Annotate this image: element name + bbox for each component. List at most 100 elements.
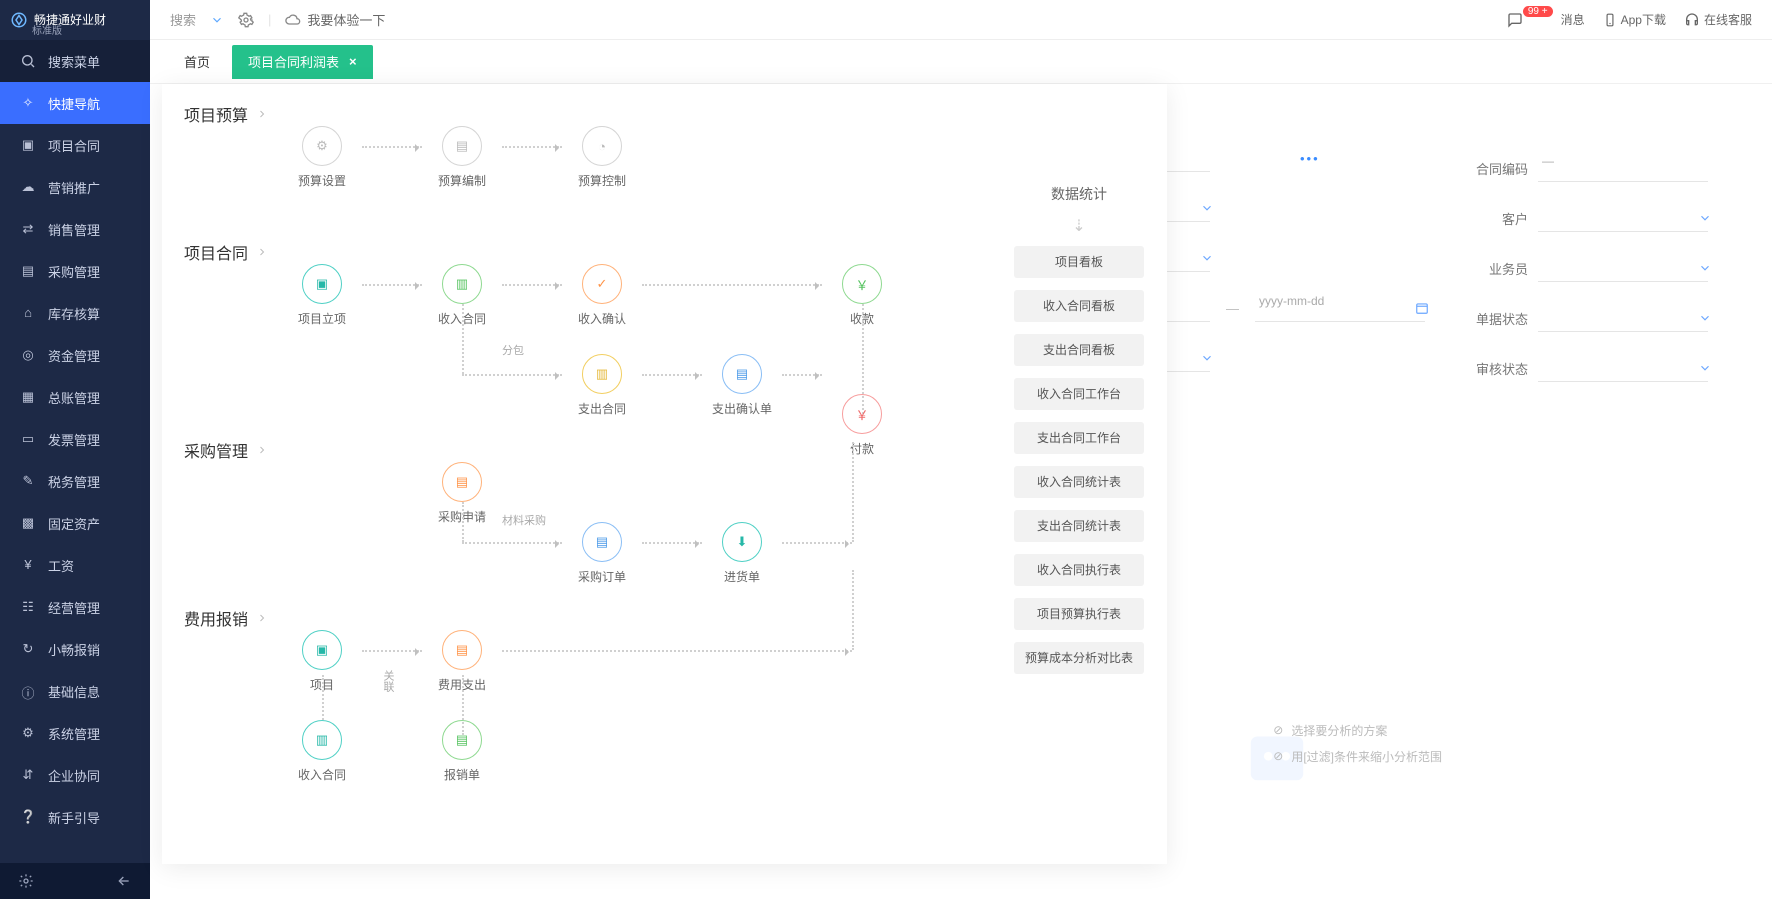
more-icon[interactable]: ••• [1300, 151, 1320, 166]
node-purchase-order[interactable]: ▤采购订单 [562, 522, 642, 585]
nav-icon: ⓘ [20, 683, 36, 699]
nav-icon: ⇵ [20, 767, 36, 783]
tab-active[interactable]: 项目合同利润表 × [232, 45, 373, 79]
phone-icon [1603, 13, 1617, 27]
filter-right-column: 合同编码 — 客户 业务员 单据状态 审核状态 [1458, 154, 1712, 382]
nav-icon: ❔ [20, 809, 36, 825]
chevron-right-icon [256, 246, 268, 258]
chevron-right-icon [256, 612, 268, 624]
label-material: 材料采购 [502, 512, 546, 528]
sidebar-footer [0, 863, 150, 899]
sidebar-item-8[interactable]: ▭发票管理 [0, 418, 150, 460]
node-project-init[interactable]: ▣项目立项 [282, 264, 362, 327]
nav-icon: ▭ [20, 431, 36, 447]
sidebar-item-12[interactable]: ☷经营管理 [0, 586, 150, 628]
chat-icon [1507, 12, 1523, 28]
chevron-down-icon[interactable] [210, 13, 224, 27]
stat-button-4[interactable]: 支出合同工作台 [1014, 422, 1144, 454]
sidebar-search[interactable]: 搜索菜单 [0, 40, 150, 82]
messages-button[interactable]: 99 + 消息 [1507, 11, 1585, 28]
stat-button-9[interactable]: 预算成本分析对比表 [1014, 642, 1144, 674]
sidebar-item-2[interactable]: ☁营销推广 [0, 166, 150, 208]
nav-icon: ☁ [20, 179, 36, 195]
global-search[interactable]: 搜索 [170, 10, 196, 29]
node-goods-in[interactable]: ⬇进货单 [702, 522, 782, 585]
node-income-confirm[interactable]: ✓收入确认 [562, 264, 642, 327]
tab-home[interactable]: 首页 [168, 40, 226, 84]
nav-icon: ◎ [20, 347, 36, 363]
node-expense-confirm[interactable]: ▤支出确认单 [702, 354, 782, 417]
gear-icon[interactable] [238, 12, 254, 28]
sidebar-item-10[interactable]: ▩固定资产 [0, 502, 150, 544]
section-budget[interactable]: 项目预算 [162, 102, 1167, 126]
sidebar-item-11[interactable]: ¥工资 [0, 544, 150, 586]
sidebar: 搜索菜单 ✧快捷导航▣项目合同☁营销推广⇄销售管理▤采购管理⌂库存核算◎资金管理… [0, 40, 150, 899]
sidebar-item-5[interactable]: ⌂库存核算 [0, 292, 150, 334]
top-right: 99 + 消息 App下载 在线客服 [1507, 11, 1772, 28]
stat-button-2[interactable]: 支出合同看板 [1014, 334, 1144, 366]
nav-icon: ▦ [20, 389, 36, 405]
stat-button-8[interactable]: 项目预算执行表 [1014, 598, 1144, 630]
sidebar-item-3[interactable]: ⇄销售管理 [0, 208, 150, 250]
nav-icon: ▣ [20, 137, 36, 153]
quick-nav-panel: 项目预算 ⚙预算设置 ▤预算编制 ◔预算控制 项目合同 ▣项目立项 ▥收入合同 … [162, 84, 1167, 864]
content-area: 项目合同利润表(按合同部门) 按执行人查询 按合同部门按合同业务员按项目分类按项… [150, 84, 1772, 899]
field-bill-status: 单据状态 [1458, 304, 1712, 332]
stats-title: 数据统计 [1051, 184, 1107, 204]
node-payment[interactable]: ￥付款 [822, 394, 902, 457]
node-income-contract2[interactable]: ▥收入合同 [282, 720, 362, 783]
nav-icon: ▩ [20, 515, 36, 531]
sidebar-item-16[interactable]: ⇵企业协同 [0, 754, 150, 796]
sidebar-item-6[interactable]: ◎资金管理 [0, 334, 150, 376]
field-contract-code: 合同编码 — [1458, 154, 1712, 182]
sidebar-item-13[interactable]: ↻小畅报销 [0, 628, 150, 670]
label-relate: 关联 [380, 670, 396, 692]
node-budget-set[interactable]: ⚙预算设置 [282, 126, 362, 189]
nav-icon: ✎ [20, 473, 36, 489]
collapse-sidebar-icon[interactable] [116, 873, 132, 889]
stat-button-0[interactable]: 项目看板 [1014, 246, 1144, 278]
settings-icon[interactable] [18, 873, 34, 889]
customer-input[interactable] [1538, 204, 1708, 232]
brand-block: 畅捷通好业财 标准版 [0, 0, 150, 40]
close-icon[interactable]: × [349, 54, 357, 69]
sidebar-item-1[interactable]: ▣项目合同 [0, 124, 150, 166]
field-salesman: 业务员 [1458, 254, 1712, 282]
stat-button-6[interactable]: 支出合同统计表 [1014, 510, 1144, 542]
audit-status-input[interactable] [1538, 354, 1708, 382]
node-budget-make[interactable]: ▤预算编制 [422, 126, 502, 189]
tab-bar: 首页 项目合同利润表 × [150, 40, 1772, 84]
sidebar-item-15[interactable]: ⚙系统管理 [0, 712, 150, 754]
app-download-button[interactable]: App下载 [1603, 11, 1666, 28]
stat-button-3[interactable]: 收入合同工作台 [1014, 378, 1144, 410]
stats-column: 数据统计 ⇣ 项目看板收入合同看板支出合同看板收入合同工作台支出合同工作台收入合… [1009, 184, 1149, 674]
contract-code-input[interactable]: — [1538, 154, 1708, 182]
nav-icon: ☷ [20, 599, 36, 615]
headset-icon [1684, 12, 1700, 28]
node-expense-contract[interactable]: ▥支出合同 [562, 354, 642, 417]
nav-icon: ⚙ [20, 725, 36, 741]
node-reimburse[interactable]: ▤报销单 [422, 720, 502, 783]
bill-status-input[interactable] [1538, 304, 1708, 332]
nav-icon: ⌂ [20, 305, 36, 321]
field-customer: 客户 [1458, 204, 1712, 232]
sidebar-item-9[interactable]: ✎税务管理 [0, 460, 150, 502]
sidebar-item-7[interactable]: ▦总账管理 [0, 376, 150, 418]
stat-button-1[interactable]: 收入合同看板 [1014, 290, 1144, 322]
sidebar-item-14[interactable]: ⓘ基础信息 [0, 670, 150, 712]
node-budget-ctrl[interactable]: ◔预算控制 [562, 126, 642, 189]
messages-badge: 99 + [1523, 6, 1553, 17]
brand-logo-icon [10, 11, 28, 29]
stat-button-7[interactable]: 收入合同执行表 [1014, 554, 1144, 586]
sidebar-item-4[interactable]: ▤采购管理 [0, 250, 150, 292]
arrow-down-icon: ⇣ [1072, 222, 1085, 232]
sidebar-item-0[interactable]: ✧快捷导航 [0, 82, 150, 124]
stat-button-5[interactable]: 收入合同统计表 [1014, 466, 1144, 498]
support-button[interactable]: 在线客服 [1684, 11, 1752, 28]
sidebar-item-17[interactable]: ❔新手引导 [0, 796, 150, 838]
salesman-input[interactable] [1538, 254, 1708, 282]
top-bar: 畅捷通好业财 标准版 搜索 | 我要体验一下 99 + 消息 App下载 在线客… [0, 0, 1772, 40]
search-icon [20, 53, 36, 69]
try-experience-button[interactable]: 我要体验一下 [285, 10, 385, 29]
brand-edition: 标准版 [32, 22, 62, 37]
